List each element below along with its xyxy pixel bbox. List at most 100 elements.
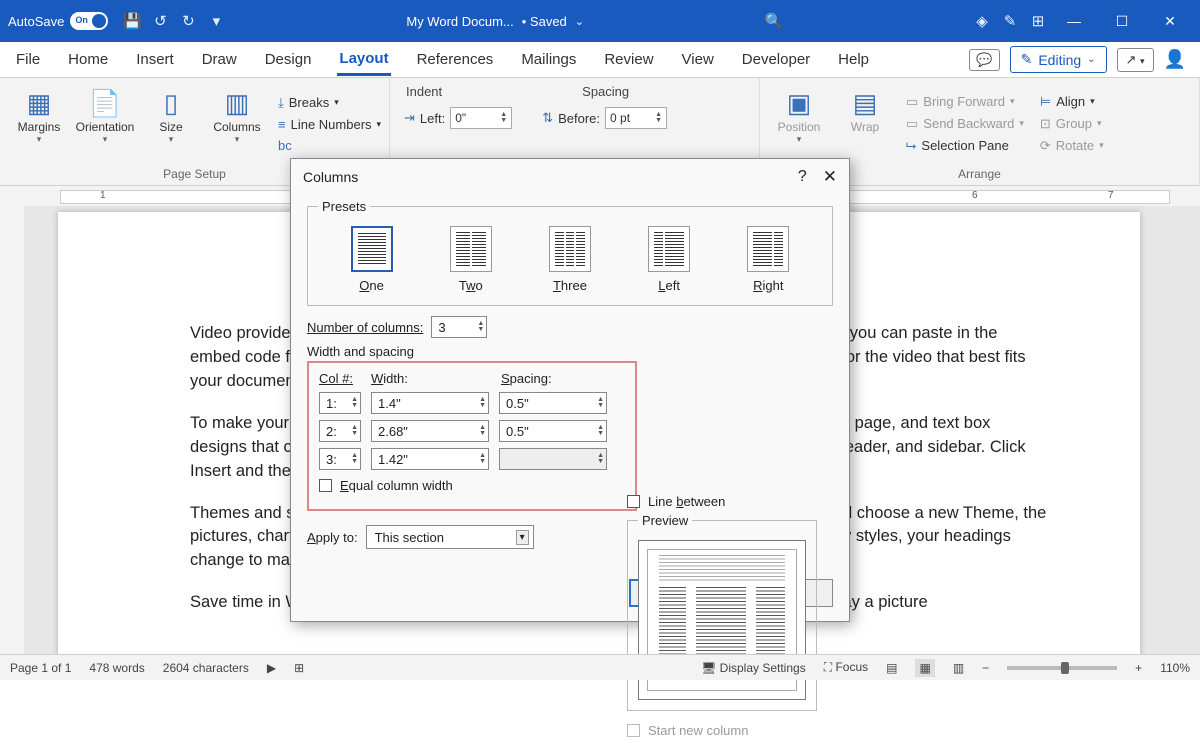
focus-button[interactable]: ⛶ Focus [824, 660, 868, 675]
tab-design[interactable]: Design [263, 45, 314, 74]
rotate-button[interactable]: ⟳Rotate ▾ [1036, 136, 1108, 156]
tab-file[interactable]: File [14, 45, 42, 74]
tab-draw[interactable]: Draw [200, 45, 239, 74]
tab-home[interactable]: Home [66, 45, 110, 74]
window-controls: — ☐ ✕ [1052, 13, 1192, 30]
width-spacing-label: Width and spacing [307, 344, 414, 359]
dialog-titlebar: Columns ? ✕ [291, 159, 849, 195]
tab-mailings[interactable]: Mailings [519, 45, 578, 74]
editing-mode-button[interactable]: ✎ Editing ⌄ [1010, 46, 1107, 73]
document-title: My Word Docum... • Saved ⌄ [230, 14, 760, 29]
account-icon[interactable]: 👤 [1164, 49, 1186, 70]
tab-insert[interactable]: Insert [134, 45, 176, 74]
web-layout-icon[interactable]: ▥ [953, 661, 964, 675]
selection-pane-button[interactable]: ⮡Selection Pane [902, 136, 1028, 156]
macros-icon[interactable]: ▶ [267, 661, 276, 675]
col-num-3[interactable]: 3:▲▼ [319, 448, 361, 470]
preset-one[interactable]: One [351, 226, 393, 293]
column-row-1: 1:▲▼ 1.4"▲▼ 0.5"▲▼ [319, 392, 625, 414]
zoom-out-button[interactable]: − [982, 661, 989, 675]
qa-dropdown-icon[interactable]: ▾ [202, 12, 230, 30]
size-button[interactable]: ▯Size▾ [142, 82, 200, 165]
pencil-icon[interactable]: ✎ [996, 12, 1024, 30]
search-icon[interactable]: 🔍 [760, 12, 788, 30]
tab-developer[interactable]: Developer [740, 45, 812, 74]
word-count[interactable]: 478 words [89, 661, 144, 675]
autosave-label: AutoSave [8, 14, 64, 29]
margins-button[interactable]: ▦Margins▾ [10, 82, 68, 165]
hyphenation-button[interactable]: bc [274, 136, 385, 155]
send-backward-button[interactable]: ▭Send Backward ▾ [902, 114, 1028, 134]
save-icon[interactable]: 💾 [118, 12, 146, 30]
col-width-3[interactable]: 1.42"▲▼ [371, 448, 489, 470]
spacing-before-input[interactable]: 0 pt▲▼ [605, 107, 667, 129]
tab-references[interactable]: References [415, 45, 496, 74]
tab-layout[interactable]: Layout [337, 44, 390, 76]
help-button[interactable]: ? [798, 168, 807, 186]
group-icon: ⊡ [1040, 116, 1051, 132]
tab-review[interactable]: Review [602, 45, 655, 74]
position-icon: ▣ [787, 86, 812, 120]
print-layout-icon[interactable]: ▦ [915, 659, 934, 677]
breaks-button[interactable]: ⤓Breaks ▾ [274, 93, 385, 113]
tab-view[interactable]: View [680, 45, 716, 74]
zoom-slider[interactable] [1007, 666, 1117, 670]
col-num-2[interactable]: 2:▲▼ [319, 420, 361, 442]
preset-left[interactable]: Left [648, 226, 690, 293]
col-spacing-2[interactable]: 0.5"▲▼ [499, 420, 607, 442]
indent-left-input[interactable]: 0"▲▼ [450, 107, 512, 129]
col-spacing-1[interactable]: 0.5"▲▼ [499, 392, 607, 414]
share-button[interactable]: ↗ ▾ [1117, 48, 1154, 72]
zoom-level[interactable]: 110% [1160, 661, 1190, 675]
orientation-icon: 📄 [89, 86, 121, 120]
chevron-down-icon: ⌄ [1087, 54, 1095, 65]
dialog-close-button[interactable]: ✕ [823, 167, 837, 187]
ribbon-tabs: File Home Insert Draw Design Layout Refe… [0, 42, 1200, 78]
minimize-button[interactable]: — [1052, 13, 1096, 30]
columns-button[interactable]: ▥Columns▾ [208, 82, 266, 165]
orientation-button[interactable]: 📄Orientation▾ [76, 82, 134, 165]
group-button[interactable]: ⊡Group ▾ [1036, 114, 1108, 134]
comments-button[interactable]: 💬 [969, 49, 999, 71]
diamond-icon[interactable]: ◈ [968, 12, 996, 30]
preset-three[interactable]: Three [549, 226, 591, 293]
vertical-ruler[interactable] [0, 206, 24, 654]
rotate-icon: ⟳ [1040, 138, 1051, 154]
align-icon: ⊨ [1040, 94, 1051, 110]
margins-icon: ▦ [27, 86, 52, 120]
align-button[interactable]: ⊨Align ▾ [1036, 92, 1108, 112]
tab-help[interactable]: Help [836, 45, 871, 74]
equal-width-checkbox[interactable] [319, 479, 332, 492]
maximize-button[interactable]: ☐ [1100, 13, 1144, 30]
apply-to-combo[interactable]: This section▾ [366, 525, 534, 549]
presets-group: Presets One Two Three Left Right [307, 199, 833, 306]
number-of-columns-label: Number of columns: [307, 320, 423, 335]
autosave-toggle[interactable]: On [70, 12, 108, 30]
line-numbers-button[interactable]: ≡Line Numbers ▾ [274, 115, 385, 134]
redo-icon[interactable]: ↻ [174, 12, 202, 30]
col-num-1[interactable]: 1:▲▼ [319, 392, 361, 414]
display-settings-button[interactable]: 🖥 Display Settings [701, 661, 806, 675]
zoom-in-button[interactable]: + [1135, 661, 1142, 675]
size-icon: ▯ [164, 86, 178, 120]
page-indicator[interactable]: Page 1 of 1 [10, 661, 71, 675]
col-width-2[interactable]: 2.68"▲▼ [371, 420, 489, 442]
close-button[interactable]: ✕ [1148, 13, 1192, 30]
accessibility-icon[interactable]: ⊞ [294, 661, 304, 675]
read-mode-icon[interactable]: ▤ [886, 661, 897, 675]
preset-two[interactable]: Two [450, 226, 492, 293]
title-dropdown-icon[interactable]: ⌄ [575, 15, 584, 28]
undo-icon[interactable]: ↺ [146, 12, 174, 30]
col-width-1[interactable]: 1.4"▲▼ [371, 392, 489, 414]
wrap-text-button[interactable]: ▤Wrap [836, 82, 894, 165]
preset-right[interactable]: Right [747, 226, 789, 293]
send-backward-icon: ▭ [906, 116, 918, 132]
width-spacing-box: Col #: Width: Spacing: 1:▲▼ 1.4"▲▼ 0.5"▲… [307, 361, 637, 511]
number-of-columns-input[interactable]: 3▲▼ [431, 316, 487, 338]
char-count[interactable]: 2604 characters [163, 661, 249, 675]
position-button[interactable]: ▣Position▾ [770, 82, 828, 165]
bring-forward-icon: ▭ [906, 94, 918, 110]
window-icon[interactable]: ⊞ [1024, 12, 1052, 30]
bring-forward-button[interactable]: ▭Bring Forward ▾ [902, 92, 1028, 112]
line-between-checkbox[interactable] [627, 495, 640, 508]
